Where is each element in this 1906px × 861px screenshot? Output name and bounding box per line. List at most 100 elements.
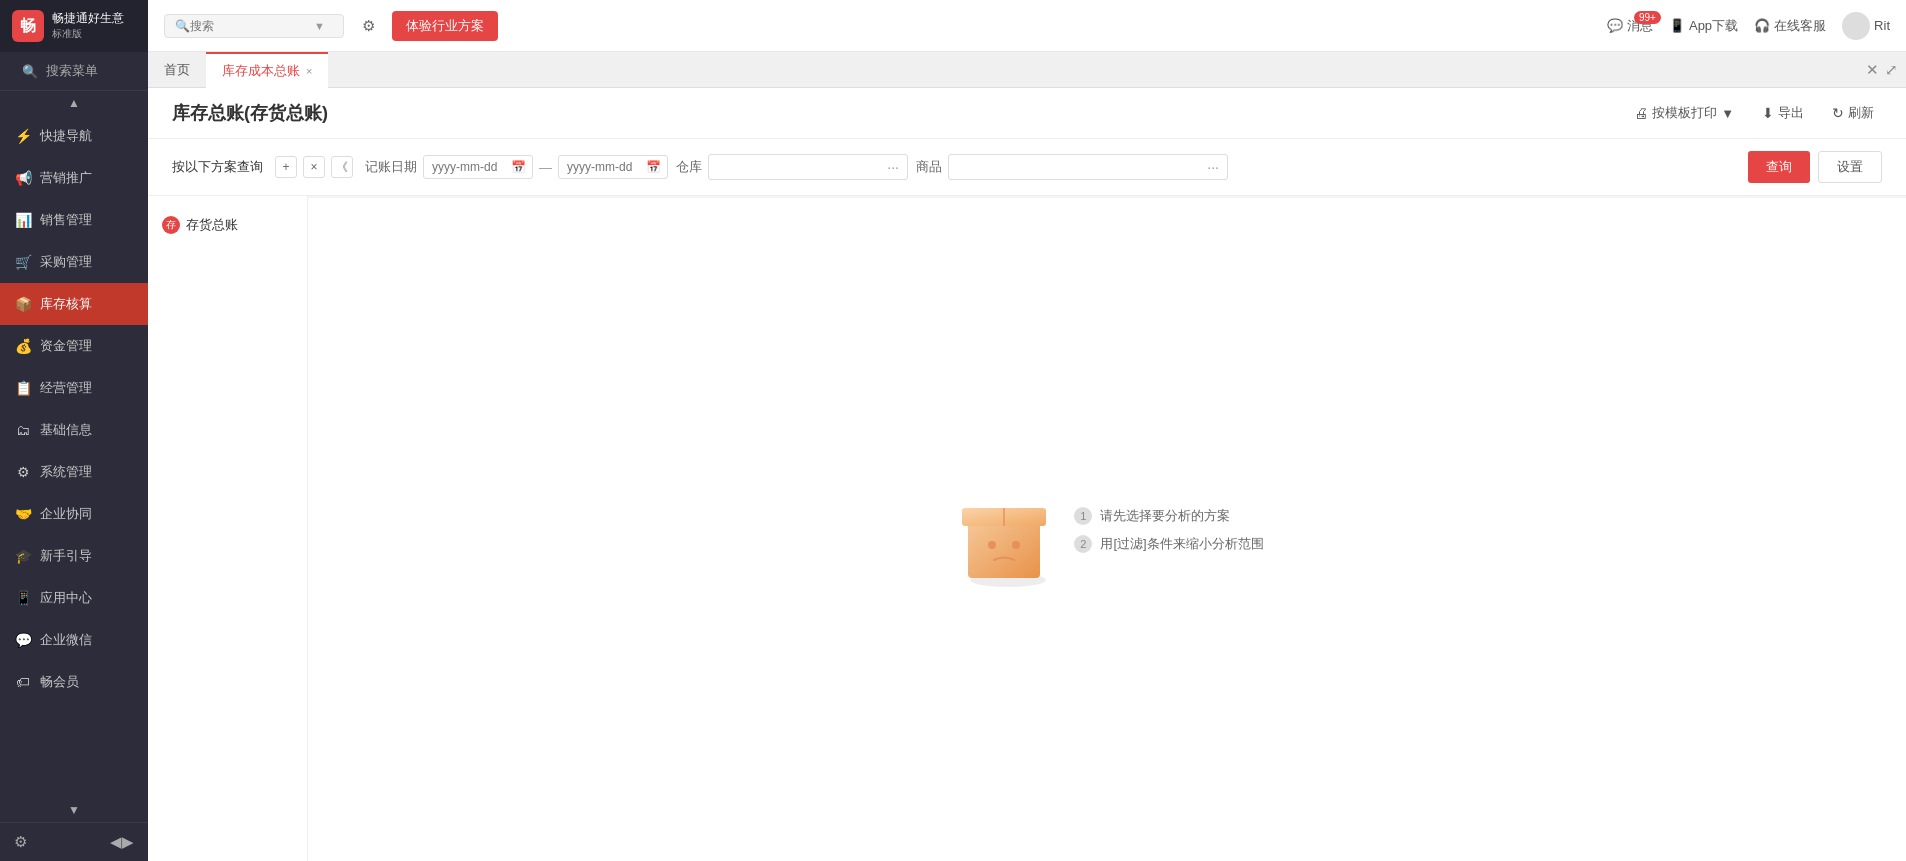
collapse-icon[interactable]: ◀▶ bbox=[110, 833, 134, 851]
svg-point-5 bbox=[1012, 541, 1020, 549]
app-download-label: App下载 bbox=[1689, 17, 1738, 35]
date-field-label: 记账日期 bbox=[365, 158, 417, 176]
tab-home[interactable]: 首页 bbox=[148, 52, 206, 88]
sidebar-item-apps[interactable]: 📱 应用中心 bbox=[0, 577, 148, 619]
sidebar-item-basic[interactable]: 🗂 基础信息 bbox=[0, 409, 148, 451]
sidebar-item-sales[interactable]: 📊 销售管理 bbox=[0, 199, 148, 241]
user-avatar-btn[interactable]: Rit bbox=[1842, 12, 1890, 40]
tab-inventory-ledger-label: 库存成本总账 bbox=[222, 62, 300, 80]
industry-btn[interactable]: 体验行业方案 bbox=[392, 11, 498, 41]
sidebar-search[interactable]: 🔍 搜索菜单 bbox=[0, 52, 148, 91]
apps-icon: 📱 bbox=[14, 589, 32, 607]
app-download-icon: 📱 bbox=[1669, 18, 1685, 33]
refresh-btn[interactable]: ↻ 刷新 bbox=[1824, 100, 1882, 126]
settings-button[interactable]: 设置 bbox=[1818, 151, 1882, 183]
print-label: 按模板打印 bbox=[1652, 104, 1717, 122]
sidebar-item-operation[interactable]: 📋 经营管理 bbox=[0, 367, 148, 409]
query-button[interactable]: 查询 bbox=[1748, 151, 1810, 183]
sidebar-item-system[interactable]: ⚙ 系统管理 bbox=[0, 451, 148, 493]
sidebar-item-guide[interactable]: 🎓 新手引导 bbox=[0, 535, 148, 577]
topbar-right: 💬 消息 99+ 📱 App下载 🎧 在线客服 Rit bbox=[1607, 12, 1890, 40]
content-header-actions: 🖨 按模板打印 ▼ ⬇ 导出 ↻ 刷新 bbox=[1626, 100, 1882, 126]
warehouse-select[interactable]: ··· bbox=[708, 154, 908, 180]
tabs-bar: 首页 库存成本总账 × ✕ ⤢ bbox=[148, 52, 1906, 88]
goods-label: 商品 bbox=[916, 158, 942, 176]
sidebar-item-label: 新手引导 bbox=[40, 547, 92, 565]
filter-row: 记账日期 📅 — 📅 仓库 ··· bbox=[365, 154, 1736, 180]
quick-nav-icon: ⚡ bbox=[14, 127, 32, 145]
filter-collapse-btn[interactable]: 《 bbox=[331, 156, 353, 178]
sidebar-item-label: 资金管理 bbox=[40, 337, 92, 355]
sidebar-item-label: 系统管理 bbox=[40, 463, 92, 481]
filter-add-btn[interactable]: + bbox=[275, 156, 297, 178]
app-download-btn[interactable]: 📱 App下载 bbox=[1669, 17, 1738, 35]
page-title: 库存总账(存货总账) bbox=[172, 101, 328, 125]
topbar-gear-btn[interactable]: ⚙ bbox=[354, 12, 382, 40]
goods-more-icon[interactable]: ··· bbox=[1207, 159, 1219, 175]
print-chevron-icon: ▼ bbox=[1721, 106, 1734, 121]
date-separator: — bbox=[539, 160, 552, 175]
date-start-input[interactable]: 📅 bbox=[423, 155, 533, 179]
date-start-field[interactable] bbox=[432, 160, 507, 174]
sidebar-footer: ⚙ ◀▶ bbox=[0, 822, 148, 861]
search-icon: 🔍 bbox=[22, 64, 38, 79]
topbar-search-box[interactable]: 🔍 ▼ bbox=[164, 14, 344, 38]
warehouse-filter-group: 仓库 ··· bbox=[676, 154, 908, 180]
sidebar-item-member[interactable]: 🏷 畅会员 bbox=[0, 661, 148, 703]
empty-illustration bbox=[950, 480, 1050, 580]
filter-delete-btn[interactable]: × bbox=[303, 156, 325, 178]
inventory-icon: 📦 bbox=[14, 295, 32, 313]
tab-inventory-ledger[interactable]: 库存成本总账 × bbox=[206, 52, 328, 88]
calendar-start-icon[interactable]: 📅 bbox=[511, 160, 526, 174]
empty-content: 1 请先选择要分析的方案 2 用[过滤]条件来缩小分析范围 bbox=[950, 480, 1263, 580]
online-service-btn[interactable]: 🎧 在线客服 bbox=[1754, 17, 1826, 35]
scheme-item-inventory-ledger[interactable]: 存 存货总账 bbox=[148, 206, 307, 244]
user-name: Rit bbox=[1874, 18, 1890, 33]
sidebar-item-label: 畅会员 bbox=[40, 673, 79, 691]
content-body: 存 存货总账 bbox=[148, 196, 1906, 861]
export-btn[interactable]: ⬇ 导出 bbox=[1754, 100, 1812, 126]
sidebar-item-finance[interactable]: 💰 资金管理 bbox=[0, 325, 148, 367]
settings-icon[interactable]: ⚙ bbox=[14, 833, 27, 851]
topbar: 🔍 ▼ ⚙ 体验行业方案 💬 消息 99+ 📱 App下载 🎧 在线客服 Rit bbox=[148, 0, 1906, 52]
filter-bar: 按以下方案查询 + × 《 记账日期 📅 — 📅 bbox=[148, 139, 1906, 196]
sidebar-item-label: 库存核算 bbox=[40, 295, 92, 313]
date-end-field[interactable] bbox=[567, 160, 642, 174]
sidebar-item-label: 营销推广 bbox=[40, 169, 92, 187]
user-avatar bbox=[1842, 12, 1870, 40]
svg-rect-1 bbox=[968, 520, 1040, 578]
warehouse-more-icon[interactable]: ··· bbox=[887, 159, 899, 175]
content-header: 库存总账(存货总账) 🖨 按模板打印 ▼ ⬇ 导出 ↻ 刷新 bbox=[148, 88, 1906, 139]
online-service-icon: 🎧 bbox=[1754, 18, 1770, 33]
hint-num-1: 1 bbox=[1074, 507, 1092, 525]
sidebar-item-inventory[interactable]: 📦 库存核算 bbox=[0, 283, 148, 325]
system-icon: ⚙ bbox=[14, 463, 32, 481]
sidebar-scroll-up[interactable]: ▲ bbox=[0, 91, 148, 115]
warehouse-label: 仓库 bbox=[676, 158, 702, 176]
print-btn[interactable]: 🖨 按模板打印 ▼ bbox=[1626, 100, 1742, 126]
sidebar-item-purchase[interactable]: 🛒 采购管理 bbox=[0, 241, 148, 283]
date-end-input[interactable]: 📅 bbox=[558, 155, 668, 179]
sidebar-item-wechat[interactable]: 💬 企业微信 bbox=[0, 619, 148, 661]
sidebar-item-label: 经营管理 bbox=[40, 379, 92, 397]
left-panel: 存 存货总账 bbox=[148, 196, 308, 861]
purchase-icon: 🛒 bbox=[14, 253, 32, 271]
sidebar-item-marketing[interactable]: 📢 营销推广 bbox=[0, 157, 148, 199]
goods-select[interactable]: ··· bbox=[948, 154, 1228, 180]
tab-panel-close-btn[interactable]: ✕ bbox=[1866, 61, 1879, 79]
empty-hint-2: 2 用[过滤]条件来缩小分析范围 bbox=[1074, 535, 1263, 553]
sidebar-scroll-down[interactable]: ▼ bbox=[0, 798, 148, 822]
tab-close-btn[interactable]: × bbox=[306, 65, 312, 77]
calendar-end-icon[interactable]: 📅 bbox=[646, 160, 661, 174]
empty-hint-texts: 1 请先选择要分析的方案 2 用[过滤]条件来缩小分析范围 bbox=[1074, 507, 1263, 553]
topbar-search-input[interactable] bbox=[190, 19, 310, 33]
hint-text-2: 用[过滤]条件来缩小分析范围 bbox=[1100, 535, 1263, 553]
sidebar-item-quick-nav[interactable]: ⚡ 快捷导航 bbox=[0, 115, 148, 157]
tab-panel-resize-btn[interactable]: ⤢ bbox=[1885, 61, 1898, 79]
hint-num-2: 2 bbox=[1074, 535, 1092, 553]
sidebar-item-enterprise[interactable]: 🤝 企业协同 bbox=[0, 493, 148, 535]
messages-btn[interactable]: 💬 消息 99+ bbox=[1607, 17, 1653, 35]
filter-buttons: 查询 设置 bbox=[1748, 151, 1882, 183]
finance-icon: 💰 bbox=[14, 337, 32, 355]
empty-state-area: 1 请先选择要分析的方案 2 用[过滤]条件来缩小分析范围 bbox=[308, 198, 1906, 861]
